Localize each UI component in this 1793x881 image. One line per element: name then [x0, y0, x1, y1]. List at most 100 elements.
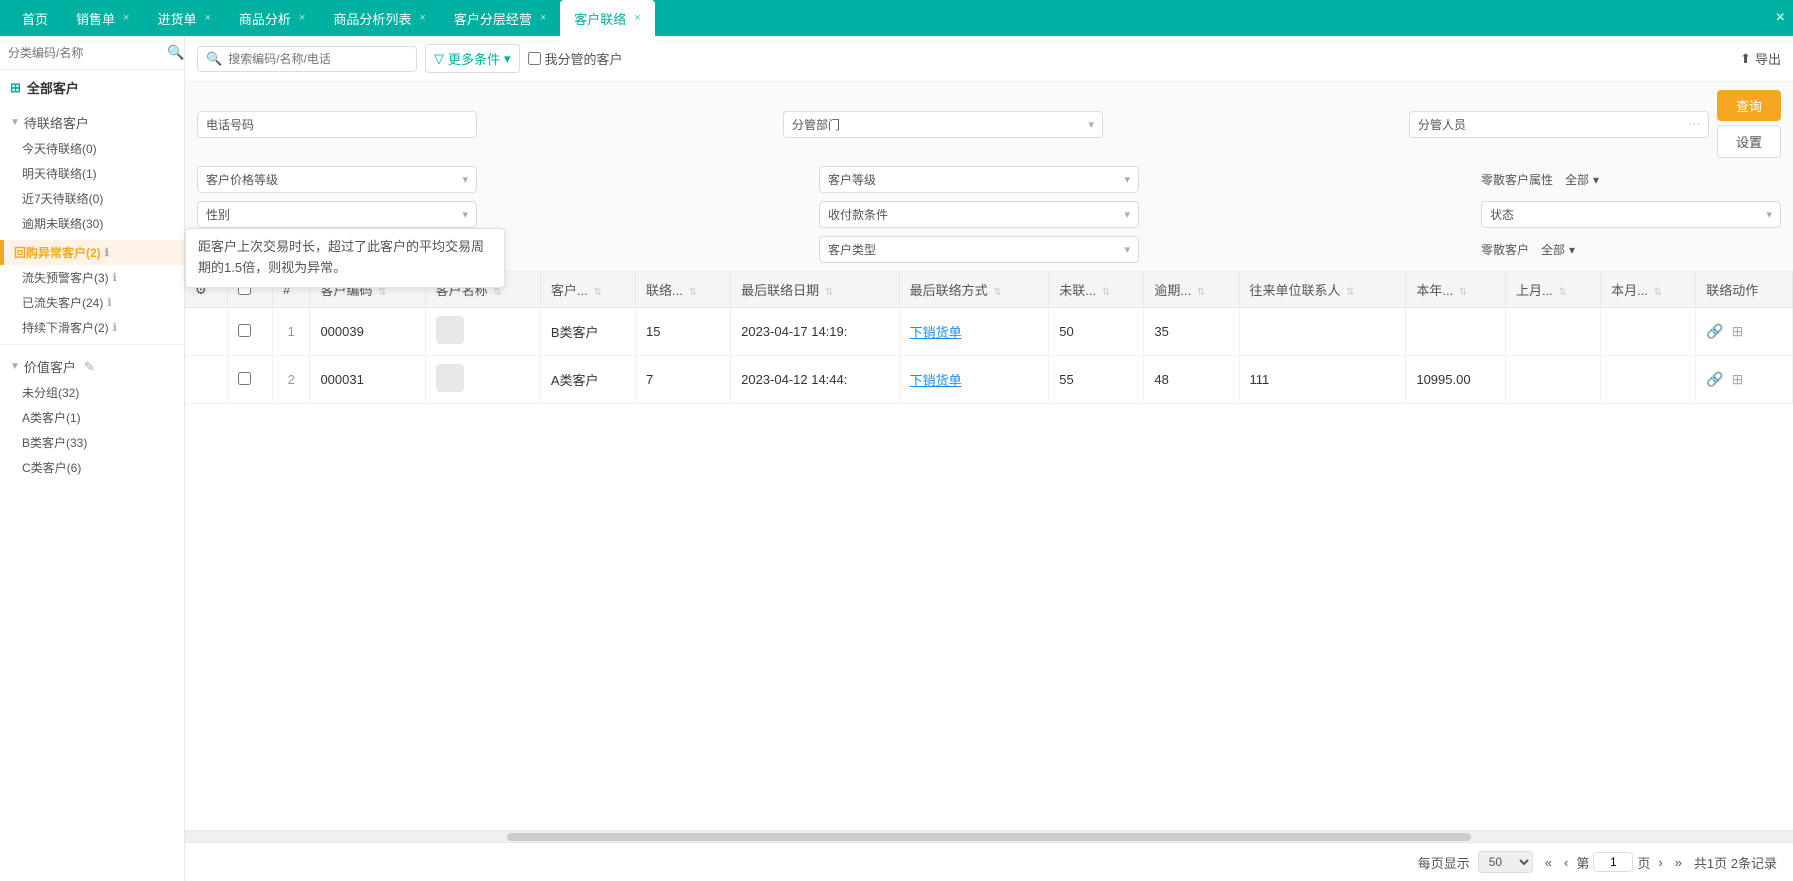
- filter-manager[interactable]: 分管人员 ···: [1409, 111, 1709, 138]
- sidebar-item-churned[interactable]: 已流失客户(24) ℹ: [0, 290, 184, 315]
- search-box: 🔍: [197, 46, 417, 72]
- nav-purchase[interactable]: 进货单 ×: [143, 0, 224, 36]
- top-nav: 首页 销售单 × 进货单 × 商品分析 × 商品分析列表 × 客户分层经营 × …: [0, 0, 1793, 36]
- sidebar-group-value-title[interactable]: ▼ 价值客户 ✎: [0, 353, 184, 380]
- nav-customer-contact[interactable]: 客户联络 ×: [560, 0, 654, 36]
- chevron-down-icon: ▾: [504, 51, 511, 67]
- close-purchase-icon[interactable]: ×: [204, 12, 210, 24]
- retail-cust-dropdown-icon[interactable]: ▾: [1569, 243, 1575, 257]
- horizontal-scrollbar[interactable]: [185, 830, 1793, 842]
- sidebar-item-today[interactable]: 今天待联络(0): [0, 136, 184, 161]
- row2-grid-icon[interactable]: ⊞: [1732, 371, 1744, 388]
- settings-button[interactable]: 设置: [1717, 125, 1781, 158]
- filter-phone[interactable]: 电话号码: [197, 111, 477, 138]
- table-row: 2 000031 A类客户 7 2023-04-12 14:44: 下销货单 5…: [185, 356, 1793, 404]
- nav-home[interactable]: 首页: [8, 0, 62, 36]
- nav-analysis[interactable]: 商品分析 ×: [225, 0, 319, 36]
- filter-gender[interactable]: 性别 ▾: [197, 201, 477, 228]
- scroll-thumb[interactable]: [507, 833, 1472, 841]
- row1-link-icon[interactable]: 🔗: [1706, 323, 1723, 340]
- row2-link-icon[interactable]: 🔗: [1706, 371, 1723, 388]
- nav-analysis-list[interactable]: 商品分析列表 ×: [319, 0, 439, 36]
- col-this-year-header[interactable]: 本年... ⇅: [1406, 272, 1506, 308]
- arrow-down-icon: ▼: [10, 117, 20, 128]
- customer-search-input[interactable]: [228, 52, 408, 66]
- col-this-month-header[interactable]: 本月... ⇅: [1601, 272, 1696, 308]
- col-last-month-header[interactable]: 上月... ⇅: [1505, 272, 1600, 308]
- nav-sales[interactable]: 销售单 ×: [62, 0, 143, 36]
- row2-last-month: [1505, 356, 1600, 404]
- status-dropdown-icon: ▾: [1766, 208, 1772, 221]
- col-overdue-header[interactable]: 逾期... ⇅: [1144, 272, 1239, 308]
- my-customer-checkbox[interactable]: [528, 52, 541, 65]
- query-button[interactable]: 查询: [1717, 90, 1781, 121]
- export-button[interactable]: ⬆ 导出: [1740, 49, 1781, 68]
- per-page-select[interactable]: 20 50 100: [1478, 851, 1533, 873]
- row1-this-year: [1406, 308, 1506, 356]
- filter-payment[interactable]: 收付款条件 ▾: [819, 201, 1139, 228]
- sidebar-item-churn-warning[interactable]: 流失预警客户(3) ℹ: [0, 265, 184, 290]
- col-uncontacted-header[interactable]: 未联... ⇅: [1049, 272, 1144, 308]
- row1-last-method[interactable]: 下销货单: [899, 308, 1049, 356]
- page-number-input[interactable]: [1593, 852, 1633, 872]
- close-all-icon[interactable]: ×: [1776, 9, 1785, 27]
- table-container: ⚙ # 客户编码 ⇅ 客户名称 ⇅ 客户... ⇅ 联络... ⇅ 最后联络日期…: [185, 272, 1793, 830]
- sidebar-item-class-c[interactable]: C类客户(6): [0, 455, 184, 480]
- first-page-button[interactable]: «: [1541, 853, 1556, 872]
- row2-uncontacted: 55: [1049, 356, 1144, 404]
- table-row: 1 000039 B类客户 15 2023-04-17 14:19: 下销货单 …: [185, 308, 1793, 356]
- col-level-header[interactable]: 客户... ⇅: [540, 272, 635, 308]
- row2-this-month: [1601, 356, 1696, 404]
- row1-grid-icon[interactable]: ⊞: [1732, 323, 1744, 340]
- prev-page-button[interactable]: ‹: [1560, 853, 1572, 872]
- col-last-method-header[interactable]: 最后联络方式 ⇅: [899, 272, 1049, 308]
- filter-status[interactable]: 状态 ▾: [1481, 201, 1781, 228]
- col-unit-contact-header[interactable]: 往来单位联系人 ⇅: [1239, 272, 1406, 308]
- row1-last-month: [1505, 308, 1600, 356]
- col-last-date-header[interactable]: 最后联络日期 ⇅: [731, 272, 900, 308]
- sidebar-item-overdue[interactable]: 逾期未联络(30): [0, 211, 184, 236]
- filter-cust-type[interactable]: 客户类型 ▾: [819, 236, 1139, 263]
- sidebar-group-value: ▼ 价值客户 ✎ 未分组(32) A类客户(1) B类客户(33) C类客户(6…: [0, 349, 184, 484]
- sidebar-item-ungrouped[interactable]: 未分组(32): [0, 380, 184, 405]
- sidebar-search-input[interactable]: [8, 46, 163, 60]
- close-sales-icon[interactable]: ×: [123, 12, 129, 24]
- close-segment-icon[interactable]: ×: [540, 12, 546, 24]
- customer-table: ⚙ # 客户编码 ⇅ 客户名称 ⇅ 客户... ⇅ 联络... ⇅ 最后联络日期…: [185, 272, 1793, 404]
- filter-price-level[interactable]: 客户价格等级 ▾: [197, 166, 477, 193]
- nav-customer-segment[interactable]: 客户分层经营 ×: [440, 0, 560, 36]
- sidebar-item-class-b[interactable]: B类客户(33): [0, 430, 184, 455]
- close-analysis-icon[interactable]: ×: [299, 12, 305, 24]
- sidebar-all-customers[interactable]: ⊞ 全部客户: [0, 70, 184, 105]
- sidebar-search-icon[interactable]: 🔍: [167, 44, 184, 61]
- payment-dropdown-icon: ▾: [1124, 208, 1130, 221]
- sidebar-item-declining[interactable]: 持续下滑客户(2) ℹ: [0, 315, 184, 340]
- row1-avatar: [436, 316, 464, 344]
- arrow-value-icon: ▼: [10, 361, 20, 372]
- row2-code[interactable]: 000031: [310, 356, 425, 404]
- edit-value-icon[interactable]: ✎: [84, 359, 95, 375]
- filter-retail-attr: 零散客户属性 全部 ▾: [1481, 167, 1781, 192]
- next-page-button[interactable]: ›: [1654, 853, 1666, 872]
- row2-last-method[interactable]: 下销货单: [899, 356, 1049, 404]
- sidebar-item-tomorrow[interactable]: 明天待联络(1): [0, 161, 184, 186]
- sidebar-item-7days[interactable]: 近7天待联络(0): [0, 186, 184, 211]
- row1-settings: [185, 308, 228, 356]
- sidebar-item-class-a[interactable]: A类客户(1): [0, 405, 184, 430]
- row1-select-checkbox[interactable]: [238, 324, 251, 337]
- row1-name: [425, 308, 540, 356]
- retail-attr-dropdown-icon[interactable]: ▾: [1593, 173, 1599, 187]
- row1-code[interactable]: 000039: [310, 308, 425, 356]
- sidebar-item-abnormal-repurchase[interactable]: 回购异常客户(2) ℹ: [4, 240, 184, 265]
- close-analysis-list-icon[interactable]: ×: [419, 12, 425, 24]
- filter-cust-level[interactable]: 客户等级 ▾: [819, 166, 1139, 193]
- sidebar-group-pending-title[interactable]: ▼ 待联络客户: [0, 109, 184, 136]
- col-contact-header[interactable]: 联络... ⇅: [635, 272, 730, 308]
- info-icon-churned: ℹ: [107, 296, 111, 309]
- row2-select-checkbox[interactable]: [238, 372, 251, 385]
- last-page-button[interactable]: »: [1671, 853, 1686, 872]
- more-filter-button[interactable]: ▽ 更多条件 ▾: [425, 44, 520, 73]
- close-contact-icon[interactable]: ×: [634, 12, 640, 24]
- filter-dept[interactable]: 分管部门 ▾: [783, 111, 1103, 138]
- content-area: 🔍 ▽ 更多条件 ▾ 我分管的客户 ⬆ 导出 电话号码: [185, 36, 1793, 881]
